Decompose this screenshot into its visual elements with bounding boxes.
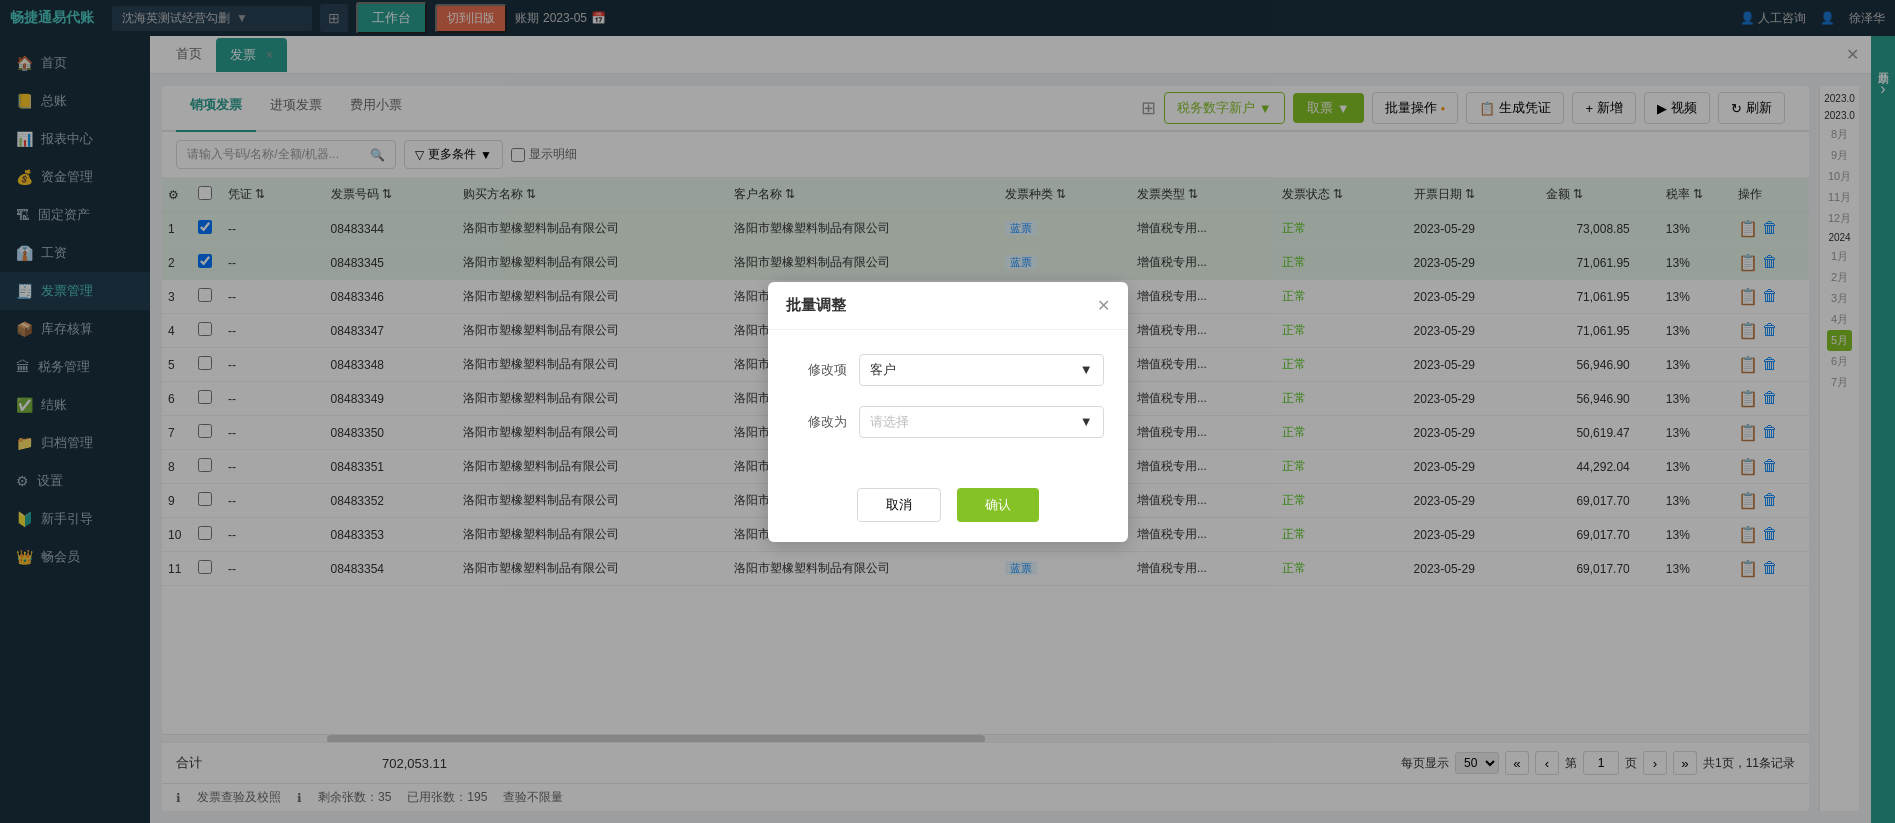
modal-overlay[interactable]: 批量调整 ✕ 修改项 客户 ▼ 修改为 请选择 ▼ 取消 确认 — [0, 0, 1895, 823]
modify-field-row: 修改项 客户 ▼ — [792, 354, 1104, 386]
value-dropdown-icon: ▼ — [1080, 414, 1093, 429]
modal-confirm-btn[interactable]: 确认 — [957, 488, 1039, 522]
field-dropdown-icon: ▼ — [1080, 362, 1093, 377]
batch-adjust-modal: 批量调整 ✕ 修改项 客户 ▼ 修改为 请选择 ▼ 取消 确认 — [768, 282, 1128, 542]
modify-value-label: 修改为 — [792, 413, 847, 431]
modify-value-row: 修改为 请选择 ▼ — [792, 406, 1104, 438]
modal-close-btn[interactable]: ✕ — [1097, 296, 1110, 315]
modify-field-value: 客户 — [870, 361, 896, 379]
modal-title: 批量调整 — [786, 296, 846, 315]
modify-value-select[interactable]: 请选择 ▼ — [859, 406, 1104, 438]
modal-header: 批量调整 ✕ — [768, 282, 1128, 330]
modal-cancel-btn[interactable]: 取消 — [857, 488, 941, 522]
modify-field-select[interactable]: 客户 ▼ — [859, 354, 1104, 386]
modify-field-label: 修改项 — [792, 361, 847, 379]
modal-footer: 取消 确认 — [768, 478, 1128, 542]
modal-body: 修改项 客户 ▼ 修改为 请选择 ▼ — [768, 330, 1128, 478]
modify-value-placeholder: 请选择 — [870, 413, 909, 431]
